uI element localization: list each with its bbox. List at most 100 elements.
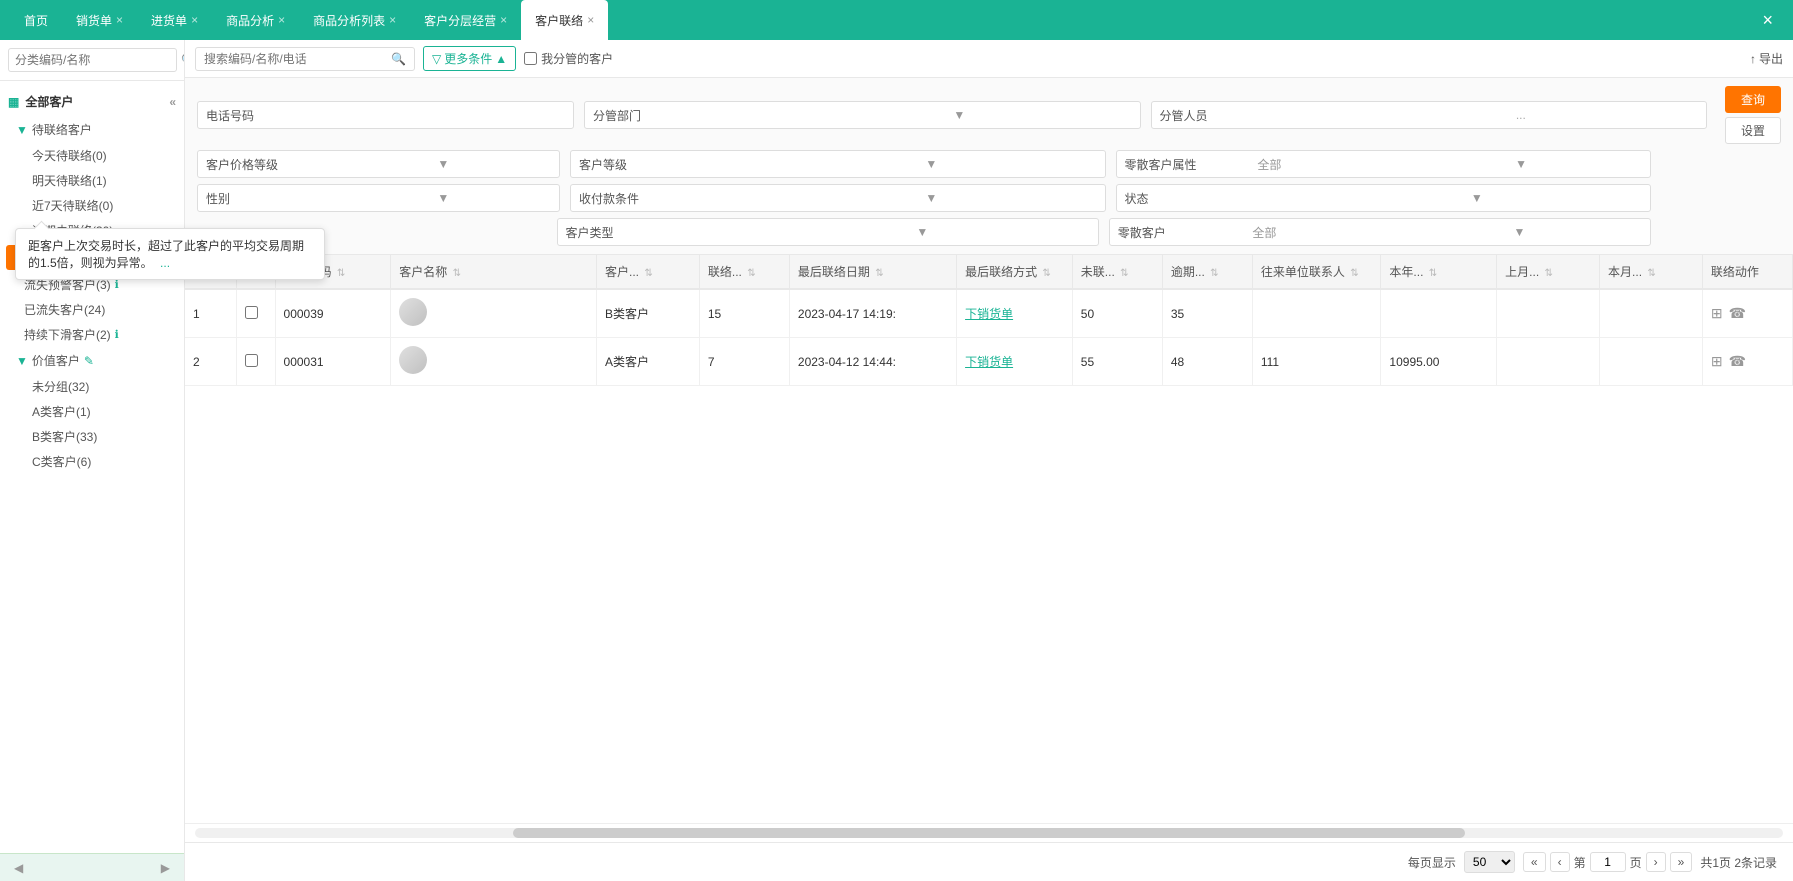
tab-customer-tier[interactable]: 客户分层经营 × (410, 0, 521, 40)
tab-product-analysis[interactable]: 商品分析 × (212, 0, 299, 40)
query-button[interactable]: 查询 (1725, 86, 1781, 113)
filter-payment[interactable]: 收付款条件 ▼ (570, 184, 1106, 212)
cell-this-year-2: 10995.00 (1381, 338, 1497, 386)
filter-dept[interactable]: 分管部门 ▼ (584, 101, 1141, 129)
filter-retail-customer[interactable]: 零散客户 全部 ▼ (1109, 218, 1651, 246)
first-page-button[interactable]: « (1523, 852, 1546, 872)
sidebar-group-header-waiting[interactable]: ▼ 待联络客户 (8, 116, 184, 143)
sidebar-item-today[interactable]: 今天待联络(0) (8, 143, 184, 168)
filter-search-box: 🔍 (195, 47, 415, 71)
tab-sales-order[interactable]: 销货单 × (62, 0, 137, 40)
per-page-label: 每页显示 (1408, 854, 1456, 871)
close-tab-sales[interactable]: × (116, 13, 123, 27)
tooltip-more-link[interactable]: ... (160, 256, 170, 270)
col-contacts-header[interactable]: 往来单位联系人 ⇅ (1252, 255, 1381, 289)
tab-home[interactable]: 首页 (10, 0, 62, 40)
value-edit-icon[interactable]: ✎ (84, 354, 94, 368)
sidebar-item-ungroup[interactable]: 未分组(32) (8, 374, 184, 399)
col-this-year-header[interactable]: 本年... ⇅ (1381, 255, 1497, 289)
col-unreached-header[interactable]: 未联... ⇅ (1072, 255, 1162, 289)
filter-bar: 🔍 ▽ 更多条件 ▲ 我分管的客户 ↑ 导出 (185, 40, 1793, 78)
close-tab-product-analysis[interactable]: × (278, 13, 285, 27)
col-this-month-header[interactable]: 本月... ⇅ (1600, 255, 1703, 289)
scroll-track[interactable] (195, 828, 1783, 838)
prev-page-button[interactable]: ‹ (1550, 852, 1570, 872)
sidebar-right-arrow[interactable]: ▶ (157, 861, 174, 875)
sidebar-left-arrow[interactable]: ◀ (10, 861, 27, 875)
sidebar-item-churned[interactable]: 已流失客户(24) (0, 297, 184, 322)
sidebar-item-7days[interactable]: 近7天待联络(0) (8, 193, 184, 218)
table-area: ⚙ 客户编码 ⇅ 客户名称 ⇅ (185, 255, 1793, 823)
export-button[interactable]: ↑ 导出 (1750, 50, 1783, 67)
filter-status[interactable]: 状态 ▼ (1116, 184, 1652, 212)
col-overdue-header[interactable]: 逾期... ⇅ (1162, 255, 1252, 289)
tab-product-analysis-list[interactable]: 商品分析列表 × (299, 0, 410, 40)
cell-type-2: A类客户 (597, 338, 700, 386)
contact-icon-1[interactable]: ☎ (1729, 305, 1746, 322)
page-end-label: 页 (1630, 854, 1642, 871)
sidebar-group-header-value[interactable]: ▼ 价值客户 ✎ (8, 347, 184, 374)
cell-last-month-2 (1497, 338, 1600, 386)
sidebar-item-tomorrow[interactable]: 明天待联络(1) (8, 168, 184, 193)
my-customers-checkbox[interactable] (524, 52, 537, 65)
declining-info-icon[interactable]: ℹ (115, 328, 119, 341)
tab-purchase-order[interactable]: 进货单 × (137, 0, 212, 40)
last-way-link-2[interactable]: 下销货单 (965, 355, 1013, 369)
sidebar-item-b-class[interactable]: B类客户(33) (8, 424, 184, 449)
filter-price-level[interactable]: 客户价格等级 ▼ (197, 150, 560, 178)
per-page-select[interactable]: 50 20 100 200 (1464, 851, 1515, 873)
filter-search-icon[interactable]: 🔍 (391, 52, 406, 66)
link-icon-2[interactable]: ⊞ (1711, 353, 1723, 370)
tab-customer-contact[interactable]: 客户联络 × (521, 0, 608, 40)
filter-phone[interactable]: 电话号码 (197, 101, 574, 129)
col-name-header[interactable]: 客户名称 ⇅ (391, 255, 597, 289)
cell-cb-2 (236, 338, 275, 386)
close-all-tabs-button[interactable]: × (1752, 10, 1783, 31)
col-last-month-header[interactable]: 上月... ⇅ (1497, 255, 1600, 289)
sidebar-item-a-class[interactable]: A类客户(1) (8, 399, 184, 424)
col-last-date-header[interactable]: 最后联络日期 ⇅ (789, 255, 956, 289)
filter-customer-level[interactable]: 客户等级 ▼ (570, 150, 1106, 178)
my-customers-toggle[interactable]: 我分管的客户 (524, 50, 613, 67)
last-date-sort-icon: ⇅ (875, 268, 883, 279)
contact-icon-2[interactable]: ☎ (1729, 353, 1746, 370)
sidebar-collapse-icon[interactable]: « (169, 95, 176, 109)
filter-retail-attr[interactable]: 零散客户属性 全部 ▼ (1116, 150, 1652, 178)
more-conditions-button[interactable]: ▽ 更多条件 ▲ (423, 46, 516, 71)
last-page-button[interactable]: » (1670, 852, 1693, 872)
cell-overdue-2: 48 (1162, 338, 1252, 386)
cell-unreached-2: 55 (1072, 338, 1162, 386)
sidebar-all-customers[interactable]: ▦ 全部客户 « (0, 87, 184, 116)
person-dots[interactable]: ... (1516, 108, 1694, 122)
filter-row-3: 性别 ▼ 收付款条件 ▼ 状态 ▼ (197, 184, 1781, 212)
settings-button[interactable]: 设置 (1725, 117, 1781, 144)
row-checkbox-2[interactable] (245, 354, 258, 367)
filter-row-1: 电话号码 分管部门 ▼ 分管人员 ... 查询 设置 (197, 86, 1781, 144)
filter-person[interactable]: 分管人员 ... (1151, 101, 1708, 129)
main-layout: 🔍 ▦ 全部客户 « ▼ 待联络客户 今天待联络(0) 明天待联络(1) (0, 40, 1793, 881)
filter-gender[interactable]: 性别 ▼ (197, 184, 560, 212)
row-checkbox-1[interactable] (245, 306, 258, 319)
sidebar-search-area: 🔍 (0, 40, 184, 81)
cell-this-month-2 (1600, 338, 1703, 386)
sidebar-item-declining[interactable]: 持续下滑客户(2) ℹ (0, 322, 184, 347)
filter-customer-type[interactable]: 客户类型 ▼ (557, 218, 1099, 246)
link-icon-1[interactable]: ⊞ (1711, 305, 1723, 322)
close-tab-purchase[interactable]: × (191, 13, 198, 27)
scroll-thumb[interactable] (513, 828, 1466, 838)
next-page-button[interactable]: › (1646, 852, 1666, 872)
sidebar-search-input[interactable] (8, 48, 177, 72)
col-last-way-header[interactable]: 最后联络方式 ⇅ (957, 255, 1073, 289)
page-number-input[interactable] (1590, 852, 1626, 872)
close-tab-customer-contact[interactable]: × (587, 13, 594, 27)
last-way-link-1[interactable]: 下销货单 (965, 307, 1013, 321)
filter-row-4: ··· 客户类型 ▼ 零散客户 全部 ▼ (197, 218, 1781, 246)
col-contact-header[interactable]: 联络... ⇅ (699, 255, 789, 289)
sidebar-item-c-class[interactable]: C类客户(6) (8, 449, 184, 474)
col-type-header[interactable]: 客户... ⇅ (597, 255, 700, 289)
close-tab-customer-tier[interactable]: × (500, 13, 507, 27)
last-way-sort-icon: ⇅ (1042, 268, 1050, 279)
close-tab-product-list[interactable]: × (389, 13, 396, 27)
cell-contact-2: 7 (699, 338, 789, 386)
filter-search-input[interactable] (204, 52, 387, 66)
